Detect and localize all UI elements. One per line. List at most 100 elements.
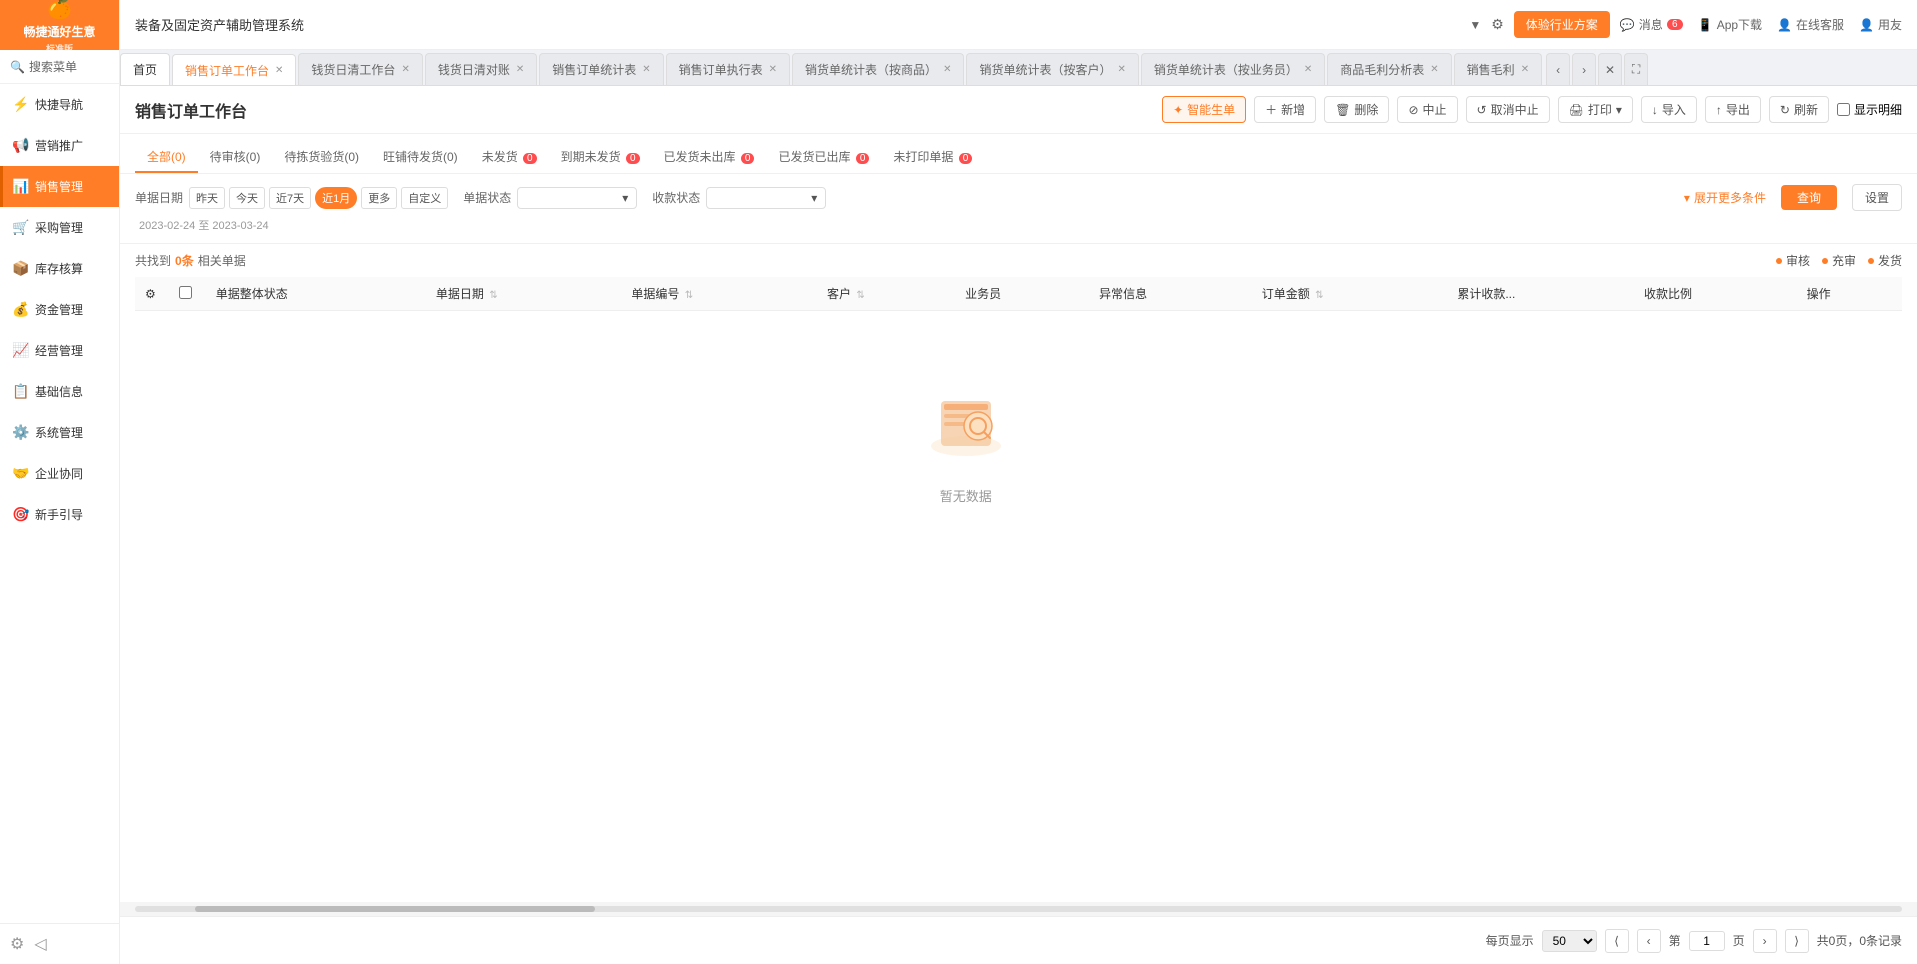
tab-close-btn[interactable]: ✕ (1521, 64, 1529, 75)
col-collected[interactable]: 累计收款... (1447, 277, 1634, 311)
sidebar-item-cooperation[interactable]: 🤝 企业协同 (0, 453, 119, 494)
tab-fullscreen-btn[interactable]: ⛶ (1624, 53, 1648, 85)
sidebar-item-quick-nav[interactable]: ⚡ 快捷导航 (0, 84, 119, 125)
last-page-btn[interactable]: ⟩ (1785, 929, 1809, 953)
scroll-thumb[interactable] (195, 906, 595, 912)
tab-close-btn[interactable]: ✕ (642, 64, 650, 75)
col-staff[interactable]: 业务员 (955, 277, 1089, 311)
col-anomaly[interactable]: 异常信息 (1089, 277, 1252, 311)
sub-tab-not-shipped[interactable]: 未发货 0 (470, 142, 549, 173)
select-all-checkbox[interactable] (179, 286, 192, 299)
tab-close-btn[interactable]: ✕ (769, 64, 777, 75)
date-btn-7days[interactable]: 近7天 (269, 187, 311, 209)
sidebar-item-sales[interactable]: 📊 销售管理 (0, 166, 119, 207)
sidebar-item-finance[interactable]: 💰 资金管理 (0, 289, 119, 330)
ai-btn[interactable]: ✦ 智能生单 (1162, 96, 1246, 123)
page-input[interactable] (1689, 931, 1725, 951)
scroll-track[interactable] (135, 906, 1902, 912)
delete-btn[interactable]: 🗑 删除 (1324, 96, 1389, 123)
col-checkbox[interactable] (166, 277, 206, 311)
sidebar-item-purchase[interactable]: 🛒 采购管理 (0, 207, 119, 248)
print-btn[interactable]: 🖨 打印 ▾ (1558, 96, 1633, 123)
date-btn-yesterday[interactable]: 昨天 (189, 187, 225, 209)
cancel-stop-btn[interactable]: ↺ 取消中止 (1466, 96, 1550, 123)
tab-close-all-btn[interactable]: ✕ (1598, 53, 1622, 85)
online-service-btn[interactable]: 👤 在线客服 (1777, 16, 1844, 33)
tab-home[interactable]: 首页 (120, 53, 170, 85)
expand-filter-btn[interactable]: ▾ 展开更多条件 (1684, 189, 1766, 206)
tab-sales-order[interactable]: 销售订单工作台 ✕ (172, 54, 296, 86)
message-btn[interactable]: 💬 消息 6 (1620, 16, 1683, 33)
sidebar-search[interactable]: 🔍 搜索菜单 (0, 50, 119, 84)
tab-cash-daily[interactable]: 钱货日清工作台 ✕ (298, 53, 422, 85)
date-btn-1month[interactable]: 近1月 (315, 187, 357, 209)
tab-product-margin[interactable]: 商品毛利分析表 ✕ (1327, 53, 1451, 85)
next-page-btn[interactable]: › (1753, 929, 1777, 953)
system-dropdown[interactable]: ▼ (1469, 18, 1481, 32)
sidebar-item-guide[interactable]: 🎯 新手引导 (0, 494, 119, 535)
sub-tab-pending-inspect[interactable]: 待拣货验货(0) (272, 142, 371, 173)
sub-tab-not-printed[interactable]: 未打印单据 0 (881, 142, 984, 173)
tab-sales-summary-staff[interactable]: 销货单统计表（按业务员） ✕ (1141, 53, 1325, 85)
tab-sales-profit[interactable]: 销售毛利 ✕ (1454, 53, 1542, 85)
new-btn[interactable]: ＋ 新增 (1254, 96, 1316, 123)
tab-close-btn[interactable]: ✕ (1430, 64, 1438, 75)
tab-sales-summary-customer[interactable]: 销货单统计表（按客户） ✕ (966, 53, 1138, 85)
query-btn[interactable]: 查询 (1781, 185, 1837, 210)
tab-prev-btn[interactable]: ‹ (1546, 53, 1570, 85)
tab-close-btn[interactable]: ✕ (1117, 64, 1125, 75)
tab-close-btn[interactable]: ✕ (943, 64, 951, 75)
cancel-review-action[interactable]: 充审 (1822, 252, 1856, 269)
user-btn[interactable]: 👤 用友 (1859, 16, 1902, 33)
import-btn[interactable]: ↓ 导入 (1641, 96, 1697, 123)
show-detail-toggle[interactable]: 显示明细 (1837, 101, 1902, 118)
sidebar-item-marketing[interactable]: 📢 营销推广 (0, 125, 119, 166)
tab-cash-reconcile[interactable]: 钱货日清对账 ✕ (425, 53, 537, 85)
sidebar-item-system[interactable]: ⚙️ 系统管理 (0, 412, 119, 453)
date-btn-more[interactable]: 更多 (361, 187, 397, 209)
app-download-btn[interactable]: 📱 App下载 (1698, 16, 1762, 33)
ship-action[interactable]: 发货 (1868, 252, 1902, 269)
tab-close-btn[interactable]: ✕ (516, 64, 524, 75)
first-page-btn[interactable]: ⟨ (1605, 929, 1629, 953)
sub-tab-pending-review[interactable]: 待审核(0) (198, 142, 273, 173)
tab-sales-summary-product[interactable]: 销货单统计表（按商品） ✕ (792, 53, 964, 85)
sub-tab-wangpu[interactable]: 旺铺待发货(0) (371, 142, 470, 173)
tab-close-btn[interactable]: ✕ (1304, 64, 1312, 75)
tab-close-btn[interactable]: ✕ (401, 64, 409, 75)
filter-status: 单据状态 ▾ (463, 187, 637, 209)
tab-sales-exec[interactable]: 销售订单执行表 ✕ (666, 53, 790, 85)
sidebar-item-inventory[interactable]: 📦 库存核算 (0, 248, 119, 289)
sub-tab-all[interactable]: 全部(0) (135, 142, 198, 173)
date-btn-today[interactable]: 今天 (229, 187, 265, 209)
sub-tab-shipped-out[interactable]: 已发货已出库 0 (766, 142, 881, 173)
col-customer[interactable]: 客户 ⇅ (817, 277, 955, 311)
review-action[interactable]: 审核 (1776, 252, 1810, 269)
collapse-btn[interactable]: ◁ (34, 934, 46, 954)
industry-btn[interactable]: 体验行业方案 (1514, 11, 1610, 38)
table-wrapper[interactable]: ⚙ 单据整体状态 单据日期 ⇅ 单据编号 ⇅ (120, 277, 1917, 902)
col-date[interactable]: 单据日期 ⇅ (426, 277, 622, 311)
col-number[interactable]: 单据编号 ⇅ (621, 277, 817, 311)
tab-close-btn[interactable]: ✕ (275, 65, 283, 76)
page-size-select[interactable]: 50 10 20 100 (1542, 930, 1597, 952)
sub-tab-overdue[interactable]: 到期未发货 0 (549, 142, 652, 173)
tab-next-btn[interactable]: › (1572, 53, 1596, 85)
show-detail-checkbox[interactable] (1837, 103, 1850, 116)
status-select[interactable]: ▾ (517, 187, 637, 209)
stop-btn[interactable]: ⊘ 中止 (1397, 96, 1457, 123)
tab-sales-stats[interactable]: 销售订单统计表 ✕ (539, 53, 663, 85)
prev-page-btn[interactable]: ‹ (1637, 929, 1661, 953)
filter-setting-btn[interactable]: 设置 (1852, 184, 1902, 211)
date-btn-custom[interactable]: 自定义 (401, 187, 448, 209)
sub-tab-shipped-not-out[interactable]: 已发货未出库 0 (652, 142, 767, 173)
settings-btn[interactable]: ⚙ (10, 934, 24, 954)
sidebar-item-basic-info[interactable]: 📋 基础信息 (0, 371, 119, 412)
refresh-btn[interactable]: ↻ 刷新 (1769, 96, 1829, 123)
export-btn[interactable]: ↑ 导出 (1705, 96, 1761, 123)
col-amount[interactable]: 订单金额 ⇅ (1252, 277, 1448, 311)
sidebar-item-operations[interactable]: 📈 经营管理 (0, 330, 119, 371)
col-gear[interactable]: ⚙ (135, 277, 166, 311)
payment-select[interactable]: ▾ (706, 187, 826, 209)
gear-icon[interactable]: ⚙ (1491, 16, 1504, 33)
